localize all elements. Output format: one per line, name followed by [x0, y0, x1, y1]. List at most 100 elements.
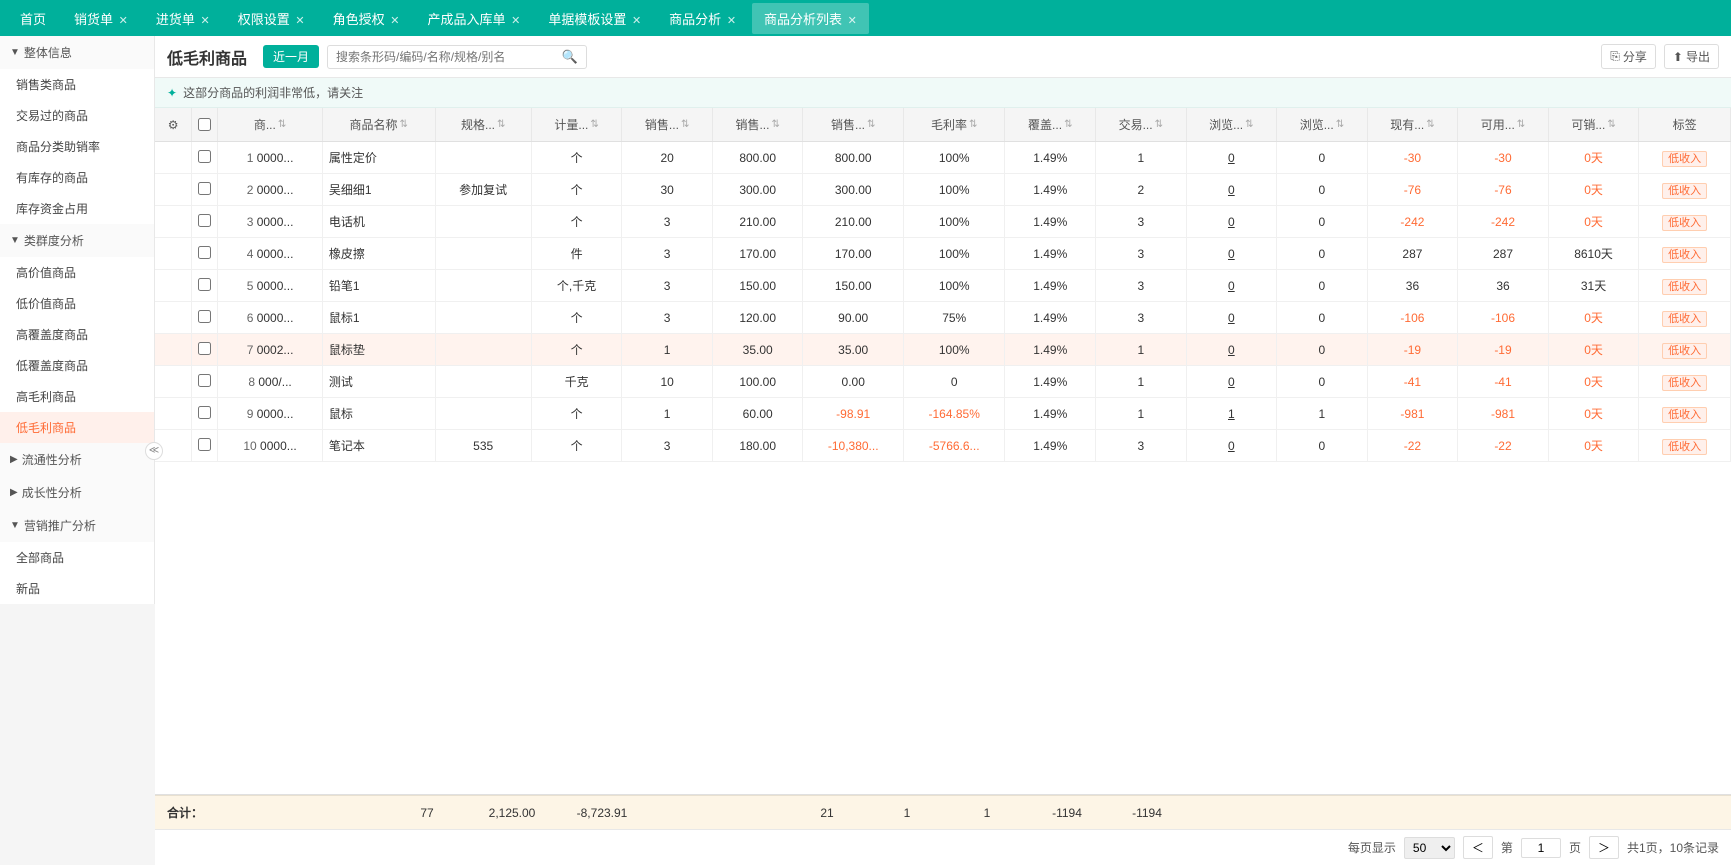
col-gross-margin[interactable]: 毛利率⇅ [903, 108, 1005, 142]
row-unit: 个 [531, 398, 622, 430]
row-checkbox[interactable] [192, 174, 218, 206]
share-button[interactable]: ⎘ 分享 [1601, 44, 1656, 69]
page-title: 低毛利商品 [167, 45, 247, 69]
nav-close-purchase[interactable]: ✕ [201, 15, 210, 27]
row-name: 测试 [322, 366, 435, 398]
col-sellable[interactable]: 可销...⇅ [1548, 108, 1639, 142]
row-view1[interactable]: 0 [1186, 270, 1277, 302]
row-checkbox[interactable] [192, 366, 218, 398]
row-view1[interactable]: 0 [1186, 206, 1277, 238]
col-spec[interactable]: 规格...⇅ [435, 108, 531, 142]
nav-close-role[interactable]: ✕ [390, 15, 399, 27]
row-view1[interactable]: 0 [1186, 430, 1277, 462]
nav-close-analysis-list[interactable]: ✕ [848, 15, 857, 27]
nav-home[interactable]: 首页 [8, 3, 58, 34]
nav-close-analysis[interactable]: ✕ [727, 15, 736, 27]
nav-template[interactable]: 单据模板设置 ✕ [536, 3, 653, 34]
nav-product-inbound[interactable]: 产成品入库单 ✕ [415, 3, 532, 34]
nav-analysis[interactable]: 商品分析 ✕ [657, 3, 748, 34]
row-view1[interactable]: 0 [1186, 302, 1277, 334]
sidebar-item-traded-goods[interactable]: 交易过的商品 [0, 100, 154, 131]
row-view1[interactable]: 0 [1186, 174, 1277, 206]
sidebar-item-high-coverage[interactable]: 高覆盖度商品 [0, 319, 154, 350]
sidebar-collapse-btn[interactable]: ≪ [145, 442, 163, 460]
col-view2[interactable]: 浏览...⇅ [1277, 108, 1368, 142]
col-available[interactable]: 可用...⇅ [1458, 108, 1549, 142]
nav-permission[interactable]: 权限设置 ✕ [226, 3, 317, 34]
next-page-button[interactable]: ＞ [1589, 836, 1619, 859]
sidebar-group-marketing[interactable]: ▼ 营销推广分析 [0, 509, 154, 542]
col-sales-amount[interactable]: 销售...⇅ [712, 108, 803, 142]
nav-close-product-inbound[interactable]: ✕ [511, 15, 520, 27]
row-checkbox[interactable] [192, 398, 218, 430]
col-sales-qty[interactable]: 销售...⇅ [622, 108, 713, 142]
sidebar-item-stock-capital[interactable]: 库存资金占用 [0, 193, 154, 224]
sidebar-group-liquidity[interactable]: ▶ 流通性分析 [0, 443, 154, 476]
col-view1[interactable]: 浏览...⇅ [1186, 108, 1277, 142]
row-view2: 0 [1277, 142, 1368, 174]
export-button[interactable]: ⬆ 导出 [1664, 44, 1719, 69]
row-view1[interactable]: 1 [1186, 398, 1277, 430]
col-trade-count[interactable]: 交易...⇅ [1096, 108, 1187, 142]
sidebar-item-stocked-goods[interactable]: 有库存的商品 [0, 162, 154, 193]
sidebar-group-cluster[interactable]: ▼ 类群度分析 [0, 224, 154, 257]
nav-close-permission[interactable]: ✕ [295, 15, 304, 27]
sidebar-item-low-coverage[interactable]: 低覆盖度商品 [0, 350, 154, 381]
table-row: 10 0000... 笔记本 535 个 3 180.00 -10,380...… [155, 430, 1731, 462]
col-checkbox[interactable] [192, 108, 218, 142]
nav-close-template[interactable]: ✕ [632, 15, 641, 27]
nav-sales[interactable]: 销货单 ✕ [62, 3, 140, 34]
row-sales-amount: 100.00 [712, 366, 803, 398]
row-checkbox[interactable] [192, 142, 218, 174]
sidebar-item-low-value[interactable]: 低价值商品 [0, 288, 154, 319]
sidebar-item-sales-goods[interactable]: 销售类商品 [0, 69, 154, 100]
row-checkbox[interactable] [192, 334, 218, 366]
row-name: 属性定价 [322, 142, 435, 174]
time-filter-button[interactable]: 近一月 [263, 45, 319, 68]
sidebar-group-overall[interactable]: ▼ 整体信息 [0, 36, 154, 69]
col-name[interactable]: 商品名称⇅ [322, 108, 435, 142]
sidebar-item-high-value[interactable]: 高价值商品 [0, 257, 154, 288]
row-view1[interactable]: 0 [1186, 366, 1277, 398]
col-unit[interactable]: 计量...⇅ [531, 108, 622, 142]
col-tag[interactable]: 标签 [1639, 108, 1731, 142]
page-label: 第 [1501, 839, 1513, 856]
row-trade-count: 1 [1096, 334, 1187, 366]
row-checkbox[interactable] [192, 302, 218, 334]
col-settings[interactable]: ⚙ [155, 108, 192, 142]
prev-page-button[interactable]: ＜ [1463, 836, 1493, 859]
col-code[interactable]: 商...⇅ [218, 108, 323, 142]
row-view1[interactable]: 0 [1186, 334, 1277, 366]
row-checkbox[interactable] [192, 430, 218, 462]
page-size-select[interactable]: 50 100 200 [1404, 837, 1455, 859]
sidebar-item-low-margin[interactable]: 低毛利商品 [0, 412, 154, 443]
totals-view2: 1 [947, 806, 1027, 820]
sidebar-group-growth[interactable]: ▶ 成长性分析 [0, 476, 154, 509]
nav-role[interactable]: 角色授权 ✕ [321, 3, 412, 34]
sidebar-item-high-margin[interactable]: 高毛利商品 [0, 381, 154, 412]
nav-purchase[interactable]: 进货单 ✕ [144, 3, 222, 34]
row-current-stock: -106 [1367, 302, 1458, 334]
row-view1[interactable]: 0 [1186, 238, 1277, 270]
nav-close-sales[interactable]: ✕ [119, 15, 128, 27]
row-checkbox[interactable] [192, 206, 218, 238]
search-input[interactable] [336, 50, 562, 64]
sidebar-item-new-goods[interactable]: 新品 [0, 573, 154, 604]
nav-analysis-list[interactable]: 商品分析列表 ✕ [752, 3, 869, 34]
row-view1[interactable]: 0 [1186, 142, 1277, 174]
col-coverage[interactable]: 覆盖...⇅ [1005, 108, 1096, 142]
row-trade-count: 3 [1096, 238, 1187, 270]
page-size-label: 每页显示 [1348, 839, 1396, 856]
row-sales-qty: 20 [622, 142, 713, 174]
col-current-stock[interactable]: 现有...⇅ [1367, 108, 1458, 142]
row-checkbox[interactable] [192, 238, 218, 270]
notice-bar: ✦ 这部分商品的利润非常低，请关注 [155, 78, 1731, 108]
col-sales-profit[interactable]: 销售...⇅ [803, 108, 903, 142]
sidebar-item-category-rate[interactable]: 商品分类助销率 [0, 131, 154, 162]
row-checkbox[interactable] [192, 270, 218, 302]
total-pages-label: 页 [1569, 839, 1581, 856]
search-icon[interactable]: 🔍 [562, 49, 578, 65]
sidebar-item-all-goods[interactable]: 全部商品 [0, 542, 154, 573]
select-all-checkbox[interactable] [198, 118, 211, 131]
page-number-input[interactable] [1521, 838, 1561, 858]
